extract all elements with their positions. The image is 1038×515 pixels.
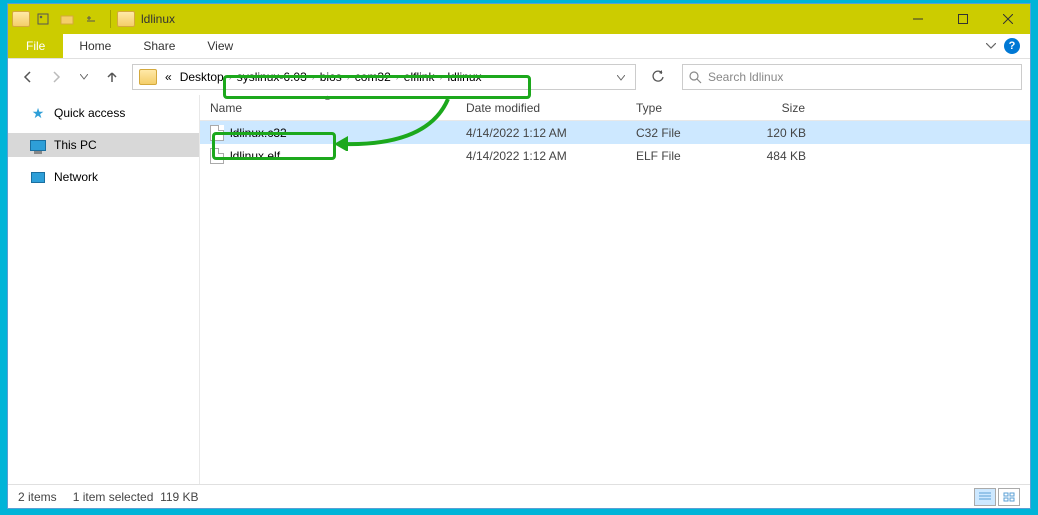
- search-placeholder: Search ldlinux: [708, 70, 783, 84]
- recent-dropdown[interactable]: [72, 65, 96, 89]
- file-name: ldlinux.c32: [230, 126, 287, 140]
- network-icon: [30, 169, 46, 185]
- column-type[interactable]: Type: [626, 95, 726, 120]
- column-name[interactable]: ▲ Name: [200, 95, 456, 120]
- quick-access-toolbar: [8, 8, 106, 30]
- close-button[interactable]: [985, 4, 1030, 34]
- navigation-pane: ★ Quick access This PC Network: [8, 95, 200, 484]
- content-area: ★ Quick access This PC Network ▲ Name Da…: [8, 95, 1030, 484]
- sort-asc-icon: ▲: [324, 93, 332, 102]
- address-dropdown[interactable]: [609, 70, 633, 84]
- tab-view[interactable]: View: [191, 34, 249, 58]
- window-icon: [117, 11, 135, 27]
- window-controls: [895, 4, 1030, 34]
- search-input[interactable]: Search ldlinux: [682, 64, 1022, 90]
- folder-icon: [139, 69, 157, 85]
- file-date: 4/14/2022 1:12 AM: [456, 126, 626, 140]
- pc-icon: [30, 137, 46, 153]
- view-details-button[interactable]: [974, 488, 996, 506]
- file-name: ldlinux.elf: [230, 149, 280, 163]
- separator: [110, 10, 111, 28]
- qat-properties-button[interactable]: [32, 8, 54, 30]
- tab-file[interactable]: File: [8, 34, 63, 58]
- sidebar-item-thispc[interactable]: This PC: [8, 133, 199, 157]
- title-bar: ldlinux: [8, 4, 1030, 34]
- column-date[interactable]: Date modified: [456, 95, 626, 120]
- view-icons-button[interactable]: [998, 488, 1020, 506]
- folder-icon: [12, 11, 30, 27]
- tab-share[interactable]: Share: [127, 34, 191, 58]
- status-item-count: 2 items: [18, 490, 57, 504]
- file-view: ▲ Name Date modified Type Size ldlinux.c…: [200, 95, 1030, 484]
- minimize-button[interactable]: [895, 4, 940, 34]
- star-icon: ★: [30, 105, 46, 121]
- sidebar-item-label: Quick access: [54, 106, 125, 120]
- sidebar-item-label: Network: [54, 170, 98, 184]
- file-row[interactable]: ldlinux.elf 4/14/2022 1:12 AM ELF File 4…: [200, 144, 1030, 167]
- sidebar-item-network[interactable]: Network: [8, 165, 199, 189]
- crumb-com32[interactable]: com32: [351, 65, 395, 89]
- crumb-elflink[interactable]: elflink: [400, 65, 439, 89]
- column-headers: ▲ Name Date modified Type Size: [200, 95, 1030, 121]
- explorer-window: ldlinux File Home Share View ?: [7, 3, 1031, 509]
- file-size: 484 KB: [726, 149, 816, 163]
- sidebar-item-quickaccess[interactable]: ★ Quick access: [8, 101, 199, 125]
- maximize-button[interactable]: [940, 4, 985, 34]
- qat-dropdown-button[interactable]: [80, 8, 102, 30]
- file-type: C32 File: [626, 126, 726, 140]
- file-type: ELF File: [626, 149, 726, 163]
- status-selection: 1 item selected 119 KB: [73, 490, 199, 504]
- sidebar-item-label: This PC: [54, 138, 97, 152]
- crumb-bios[interactable]: bios: [316, 65, 346, 89]
- crumb-ldlinux[interactable]: ldlinux: [443, 65, 485, 89]
- refresh-button[interactable]: [644, 64, 672, 90]
- crumb-syslinux[interactable]: syslinux-6.03: [233, 65, 311, 89]
- back-button[interactable]: [16, 65, 40, 89]
- address-bar[interactable]: « Desktop › syslinux-6.03 › bios › com32…: [132, 64, 636, 90]
- column-size[interactable]: Size: [726, 95, 816, 120]
- window-title: ldlinux: [141, 12, 175, 26]
- nav-bar: « Desktop › syslinux-6.03 › bios › com32…: [8, 59, 1030, 95]
- crumb-desktop[interactable]: Desktop: [176, 65, 228, 89]
- file-list[interactable]: ldlinux.c32 4/14/2022 1:12 AM C32 File 1…: [200, 121, 1030, 484]
- breadcrumb-overflow[interactable]: «: [161, 65, 176, 89]
- help-icon[interactable]: ?: [1004, 38, 1020, 54]
- file-icon: [210, 125, 224, 141]
- ribbon-collapse-icon[interactable]: [986, 43, 996, 49]
- file-icon: [210, 148, 224, 164]
- search-icon: [689, 71, 702, 84]
- file-size: 120 KB: [726, 126, 816, 140]
- file-date: 4/14/2022 1:12 AM: [456, 149, 626, 163]
- qat-newfolder-button[interactable]: [56, 8, 78, 30]
- tab-home[interactable]: Home: [63, 34, 127, 58]
- ribbon-tabs: File Home Share View ?: [8, 34, 1030, 59]
- file-row[interactable]: ldlinux.c32 4/14/2022 1:12 AM C32 File 1…: [200, 121, 1030, 144]
- up-button[interactable]: [100, 65, 124, 89]
- forward-button[interactable]: [44, 65, 68, 89]
- status-bar: 2 items 1 item selected 119 KB: [8, 484, 1030, 508]
